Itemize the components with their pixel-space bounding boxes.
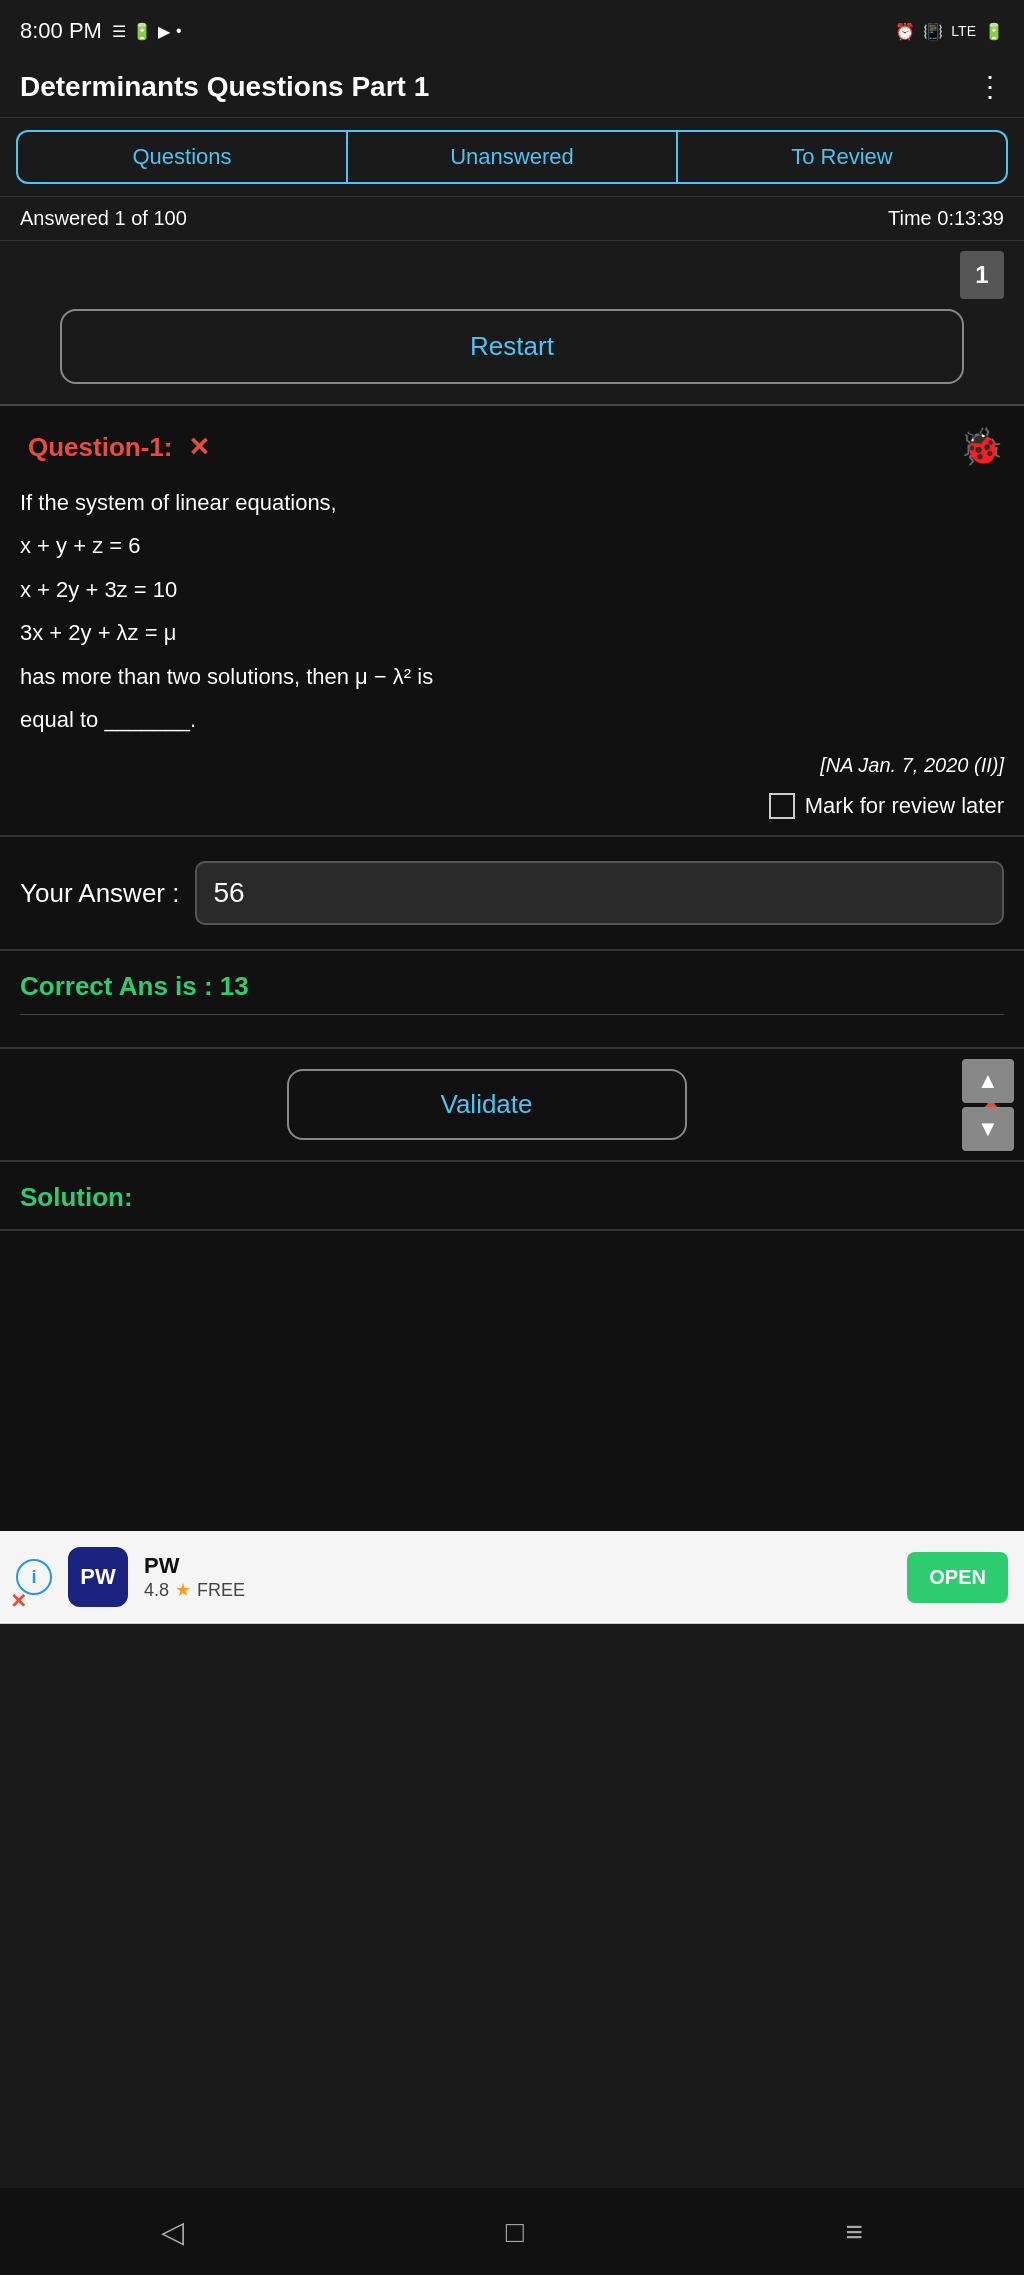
mark-review-label: Mark for review later <box>805 793 1004 819</box>
answer-section: Your Answer : <box>0 837 1024 951</box>
tabs-container: Questions Unanswered To Review <box>0 118 1024 197</box>
validate-button[interactable]: Validate <box>287 1069 687 1140</box>
answered-count: Answered 1 of 100 <box>20 207 187 230</box>
timer: Time 0:13:39 <box>888 207 1004 230</box>
divider <box>20 1014 1004 1015</box>
correct-answer-text: Correct Ans is : 13 <box>20 971 1004 1002</box>
wrong-mark: ✕ <box>188 432 210 462</box>
ad-rating: 4.8 <box>144 1580 169 1601</box>
question-line-3: x + 2y + 3z = 10 <box>20 571 1004 608</box>
header: Determinants Questions Part 1 ⋮ <box>0 60 1024 118</box>
question-line-1: If the system of linear equations, <box>20 484 1004 521</box>
question-section: Question-1: ✕ 🐞 If the system of linear … <box>0 406 1024 837</box>
alarm-icon: ⏰ <box>895 22 915 41</box>
scroll-up-button[interactable]: ▲ <box>962 1059 1014 1103</box>
header-menu-button[interactable]: ⋮ <box>976 70 1004 103</box>
nav-menu-button[interactable]: ≡ <box>816 2205 894 2259</box>
signal-icon: LTE <box>951 23 976 39</box>
scroll-down-button[interactable]: ▼ <box>962 1107 1014 1151</box>
question-line-6: equal to _______. <box>20 701 1004 738</box>
ad-star-icon: ★ <box>175 1579 191 1601</box>
question-line-2: x + y + z = 6 <box>20 527 1004 564</box>
play-icon: ▶ <box>158 22 170 41</box>
validate-row: Validate ✕ ▲ ▼ <box>0 1049 1024 1162</box>
your-answer-label: Your Answer : <box>20 878 179 909</box>
progress-bar: Answered 1 of 100 Time 0:13:39 <box>0 197 1024 241</box>
question-body: If the system of linear equations, x + y… <box>20 484 1004 738</box>
ad-logo: PW <box>68 1547 128 1607</box>
mark-review-row: Mark for review later <box>20 793 1004 819</box>
ad-logo-text: PW <box>80 1564 115 1590</box>
solution-section: Solution: <box>0 1162 1024 1231</box>
restart-button[interactable]: Restart <box>60 309 964 384</box>
solution-content-area <box>0 1231 1024 1531</box>
restart-container: Restart <box>0 299 1024 406</box>
tab-unanswered[interactable]: Unanswered <box>347 130 677 184</box>
ad-banner: i PW PW 4.8 ★ FREE OPEN ✕ <box>0 1531 1024 1624</box>
vibrate-icon: 📳 <box>923 22 943 41</box>
ad-open-button[interactable]: OPEN <box>907 1552 1008 1603</box>
battery-icon: 🔋 <box>132 22 152 41</box>
ad-text-area: PW 4.8 ★ FREE <box>144 1553 891 1601</box>
question-number-area: 1 <box>0 241 1024 299</box>
nav-spacer <box>0 1624 1024 1704</box>
tab-questions[interactable]: Questions <box>16 130 347 184</box>
ad-app-name: PW <box>144 1553 891 1579</box>
mark-review-checkbox[interactable] <box>769 793 795 819</box>
page-title: Determinants Questions Part 1 <box>20 71 429 103</box>
nav-back-button[interactable]: ◁ <box>131 2204 214 2259</box>
dot-icon: • <box>176 22 182 40</box>
ad-subtitle: 4.8 ★ FREE <box>144 1579 891 1601</box>
question-line-5: has more than two solutions, then μ − λ²… <box>20 658 1004 695</box>
solution-label: Solution: <box>20 1182 1004 1213</box>
correct-answer-section: Correct Ans is : 13 <box>0 951 1024 1049</box>
answer-input[interactable] <box>195 861 1004 925</box>
list-icon: ☰ <box>112 22 126 41</box>
question-number-badge: 1 <box>960 251 1004 299</box>
nav-bar: ◁ □ ≡ <box>0 2188 1024 2275</box>
tab-review[interactable]: To Review <box>677 130 1008 184</box>
question-line-4: 3x + 2y + λz = μ <box>20 614 1004 651</box>
ad-close-button[interactable]: ✕ <box>10 1589 27 1613</box>
battery-full-icon: 🔋 <box>984 22 1004 41</box>
ad-free-label: FREE <box>197 1580 245 1601</box>
status-bar: 8:00 PM ☰ 🔋 ▶ • ⏰ 📳 LTE 🔋 <box>0 0 1024 60</box>
nav-home-button[interactable]: □ <box>476 2205 554 2259</box>
question-reference: [NA Jan. 7, 2020 (II)] <box>20 754 1004 777</box>
status-time: 8:00 PM <box>20 18 102 44</box>
scroll-arrows: ▲ ▼ <box>962 1057 1014 1153</box>
bug-icon[interactable]: 🐞 <box>959 426 1004 468</box>
question-label: Question-1: ✕ <box>20 432 210 463</box>
